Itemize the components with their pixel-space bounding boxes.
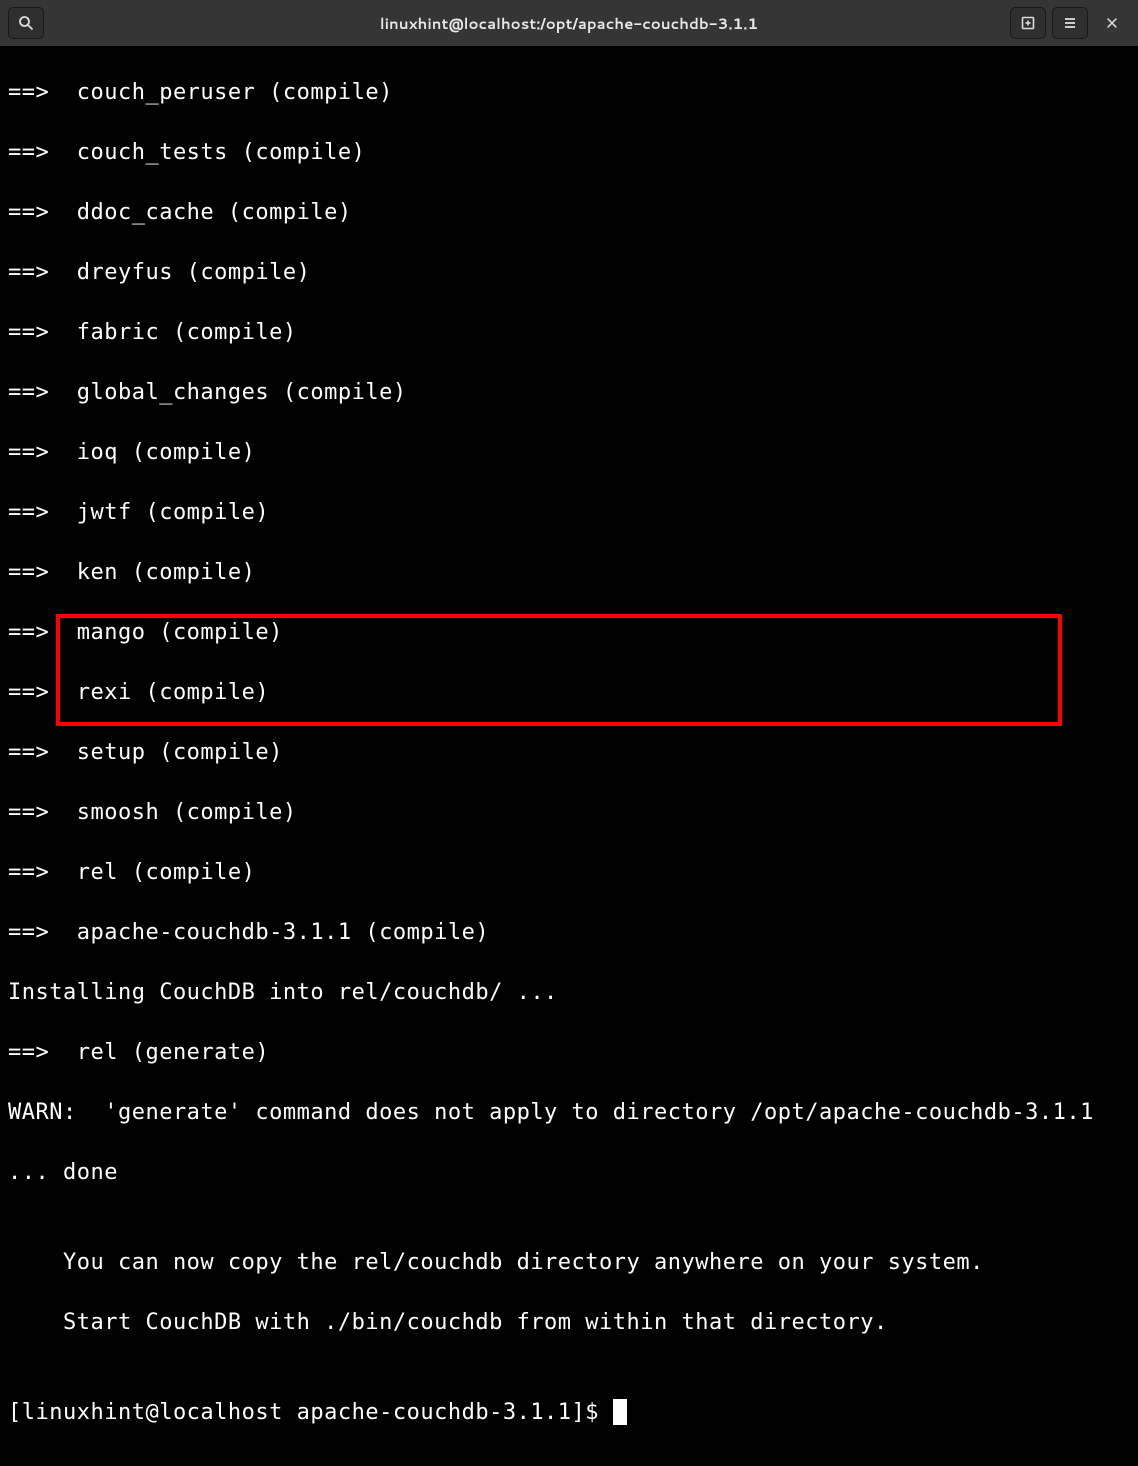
terminal-cursor [613,1399,627,1425]
close-icon [1105,16,1119,30]
close-button[interactable] [1094,7,1130,39]
terminal-line: ==> setup (compile) [8,738,1130,768]
menu-button[interactable] [1052,7,1088,39]
window-titlebar: linuxhint@localhost:/opt/apache-couchdb-… [0,0,1138,46]
terminal-line: ==> fabric (compile) [8,318,1130,348]
titlebar-left [8,7,44,39]
terminal-line: ... done [8,1158,1130,1188]
search-icon [18,15,34,31]
window-title: linuxhint@localhost:/opt/apache-couchdb-… [380,13,758,34]
terminal-line: ==> smoosh (compile) [8,798,1130,828]
terminal-prompt-line: [linuxhint@localhost apache-couchdb-3.1.… [8,1398,1130,1428]
terminal-line: ==> couch_peruser (compile) [8,78,1130,108]
terminal-line: ==> dreyfus (compile) [8,258,1130,288]
terminal-line: ==> ddoc_cache (compile) [8,198,1130,228]
terminal-line: You can now copy the rel/couchdb directo… [8,1248,1130,1278]
terminal-prompt: [linuxhint@localhost apache-couchdb-3.1.… [8,1398,613,1428]
terminal-line: ==> rel (generate) [8,1038,1130,1068]
terminal-line: ==> global_changes (compile) [8,378,1130,408]
terminal-line: WARN: 'generate' command does not apply … [8,1098,1130,1128]
search-button[interactable] [8,7,44,39]
titlebar-right [1010,7,1130,39]
hamburger-icon [1062,15,1078,31]
terminal-line: ==> couch_tests (compile) [8,138,1130,168]
new-tab-icon [1020,15,1036,31]
terminal-line: ==> rexi (compile) [8,678,1130,708]
terminal-line: ==> ken (compile) [8,558,1130,588]
terminal-line: ==> ioq (compile) [8,438,1130,468]
terminal-line: ==> mango (compile) [8,618,1130,648]
terminal-line: ==> jwtf (compile) [8,498,1130,528]
terminal-line: Start CouchDB with ./bin/couchdb from wi… [8,1308,1130,1338]
new-tab-button[interactable] [1010,7,1046,39]
terminal-line: Installing CouchDB into rel/couchdb/ ... [8,978,1130,1008]
terminal-line: ==> apache-couchdb-3.1.1 (compile) [8,918,1130,948]
terminal-line: ==> rel (compile) [8,858,1130,888]
terminal-output[interactable]: ==> couch_peruser (compile) ==> couch_te… [0,46,1138,1466]
